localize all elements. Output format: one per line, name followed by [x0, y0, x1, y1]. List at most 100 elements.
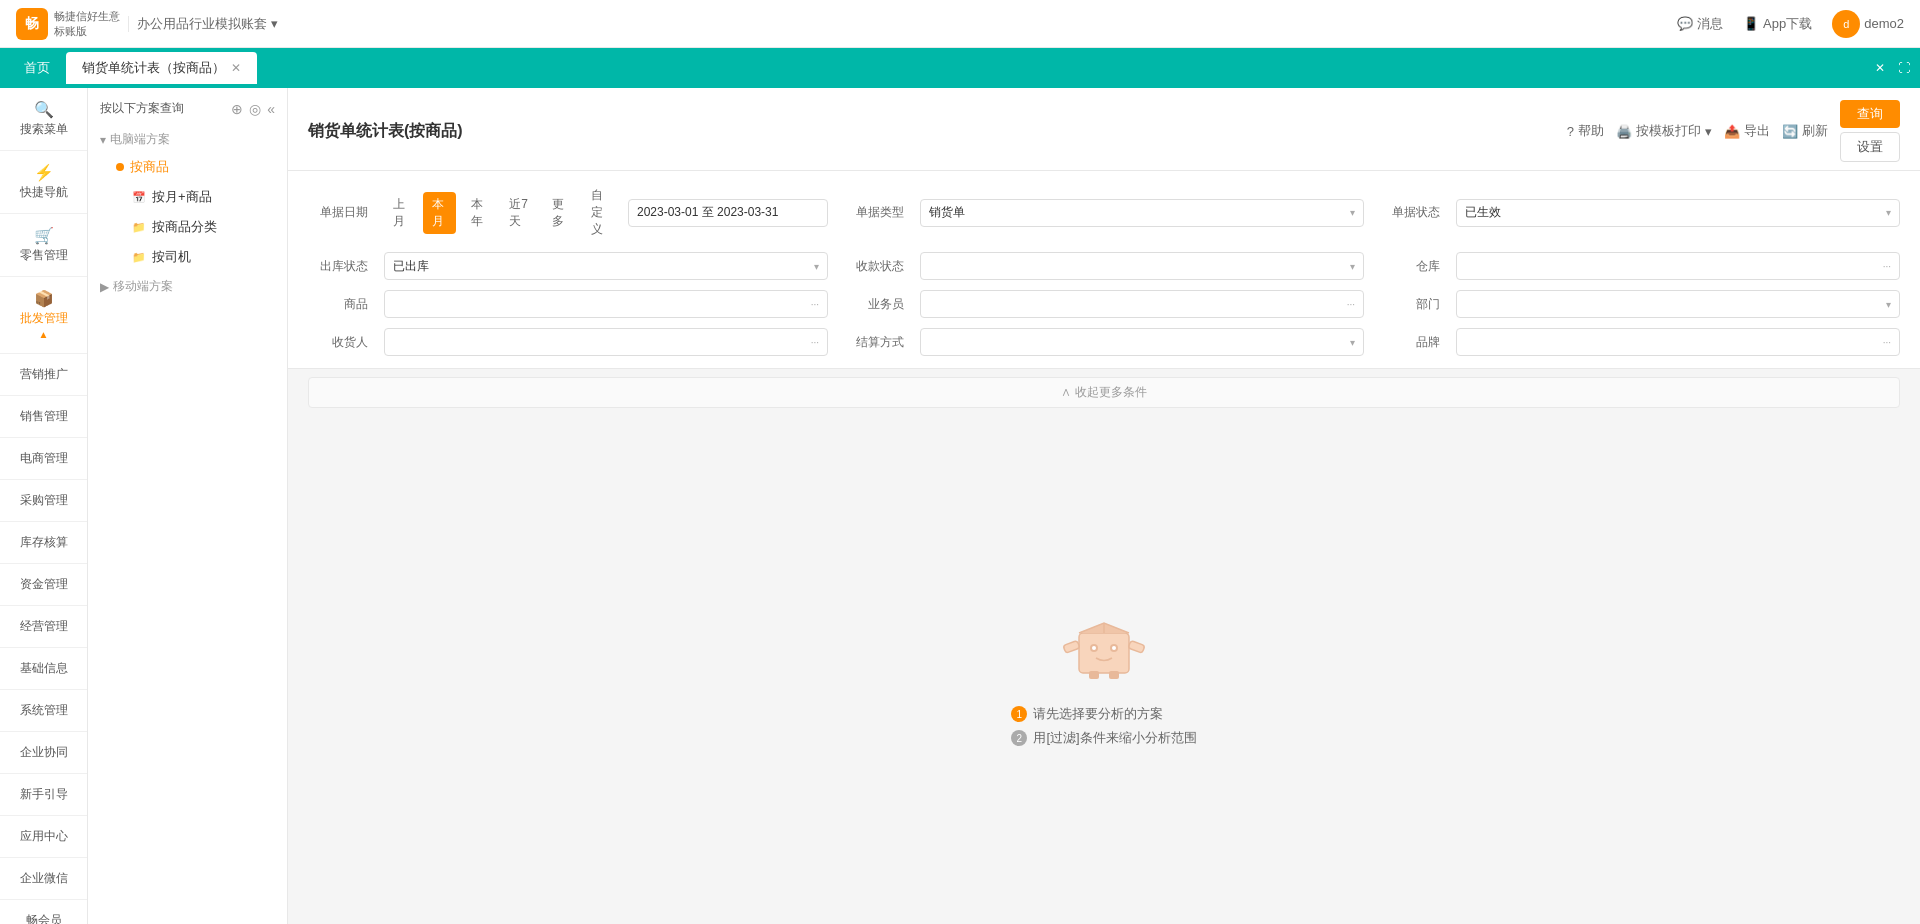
- sidebar-item-finance[interactable]: 资金管理: [0, 564, 87, 606]
- svg-rect-5: [1063, 641, 1080, 654]
- refresh-btn[interactable]: 🔄 刷新: [1782, 122, 1828, 140]
- sidebar-item-app-center[interactable]: 应用中心: [0, 816, 87, 858]
- svg-point-3: [1092, 646, 1096, 650]
- settlement-input[interactable]: ▾: [920, 328, 1364, 356]
- tab-close-icon[interactable]: ✕: [231, 61, 241, 75]
- quick-date-7days[interactable]: 近7天: [500, 192, 537, 234]
- out-status-input[interactable]: 已出库 ▾: [384, 252, 828, 280]
- page-actions: ? 帮助 🖨️ 按模板打印 ▾ 📤 导出 �: [1567, 100, 1900, 162]
- doc-status-input[interactable]: 已生效 ▾: [1456, 199, 1900, 227]
- tab-bar: 首页 销货单统计表（按商品） ✕ ✕ ⛶: [0, 48, 1920, 88]
- sidebar-item-search-menu[interactable]: 🔍 搜索菜单: [0, 88, 87, 151]
- salesperson-control: ···: [920, 290, 1364, 318]
- print-btn[interactable]: 🖨️ 按模板打印 ▾: [1616, 122, 1712, 140]
- user-info[interactable]: d demo2: [1832, 10, 1904, 38]
- brand-label: 品牌: [1380, 334, 1440, 351]
- avatar: d: [1832, 10, 1860, 38]
- receiver-input[interactable]: ···: [384, 328, 828, 356]
- doc-type-input[interactable]: 销货单 ▾: [920, 199, 1364, 227]
- maximize-icon[interactable]: ⛶: [1896, 60, 1912, 76]
- settlement-label: 结算方式: [844, 334, 904, 351]
- empty-illustration: [1054, 593, 1154, 693]
- settings-scheme-icon[interactable]: ◎: [249, 101, 261, 117]
- quick-date-last-month[interactable]: 上月: [384, 192, 417, 234]
- product-input[interactable]: ···: [384, 290, 828, 318]
- collapse-bar[interactable]: ∧ 收起更多条件: [308, 377, 1900, 408]
- logo-icon: 畅: [16, 8, 48, 40]
- print-icon: 🖨️: [1616, 124, 1632, 139]
- tree-item-by-sku[interactable]: 📁 按司机: [88, 242, 287, 272]
- salesperson-input[interactable]: ···: [920, 290, 1364, 318]
- app-download-btn[interactable]: 📱 App下载: [1743, 15, 1812, 33]
- content-area: 按以下方案查询 ⊕ ◎ « ▾ 电脑端方案 按商品 📅: [88, 88, 1920, 924]
- sidebar-item-marketing[interactable]: 营销推广: [0, 354, 87, 396]
- out-status-control: 已出库 ▾: [384, 252, 828, 280]
- quick-date-custom[interactable]: 自定义: [582, 183, 622, 242]
- tree-item-by-category[interactable]: 📁 按商品分类: [88, 212, 287, 242]
- sidebar-item-retail[interactable]: 🛒 零售管理: [0, 214, 87, 277]
- collapse-panel-icon[interactable]: «: [267, 101, 275, 117]
- dept-input[interactable]: ▾: [1456, 290, 1900, 318]
- sidebar-item-wholesale[interactable]: 📦 批发管理 ▲: [0, 277, 87, 354]
- date-range-input[interactable]: 2023-03-01 至 2023-03-31: [628, 199, 828, 227]
- page-title-area: 销货单统计表(按商品) ? 帮助 🖨️ 按模板打印 ▾ 📤: [288, 88, 1920, 171]
- message-icon: 💬: [1677, 16, 1693, 31]
- quick-date-more[interactable]: 更多: [543, 192, 576, 234]
- ellipsis-icon: ···: [811, 299, 819, 310]
- step-2-num: 2: [1011, 730, 1027, 746]
- pay-status-label: 收款状态: [844, 258, 904, 275]
- sidebar-item-inventory[interactable]: 库存核算: [0, 522, 87, 564]
- quick-date-this-month[interactable]: 本月: [423, 192, 456, 234]
- chevron-down-icon: ▾: [1350, 337, 1355, 348]
- tree-mobile-group[interactable]: ▶ 移动端方案: [88, 272, 287, 299]
- app-selector[interactable]: 办公用品行业模拟账套 ▾: [137, 15, 278, 33]
- sidebar-item-quick-nav[interactable]: ⚡ 快捷导航: [0, 151, 87, 214]
- active-dot: [116, 163, 124, 171]
- download-icon: 📱: [1743, 16, 1759, 31]
- logo-text: 畅捷信好生意 标账版: [54, 9, 120, 38]
- header-left: 畅 畅捷信好生意 标账版 办公用品行业模拟账套 ▾: [16, 8, 278, 40]
- query-btn[interactable]: 查询: [1840, 100, 1900, 128]
- sidebar-item-system[interactable]: 系统管理: [0, 690, 87, 732]
- doc-status-label: 单据状态: [1380, 204, 1440, 221]
- settings-btn[interactable]: 设置: [1840, 132, 1900, 162]
- sidebar-item-sales[interactable]: 销售管理: [0, 396, 87, 438]
- svg-point-4: [1112, 646, 1116, 650]
- quick-date-this-year[interactable]: 本年: [462, 192, 495, 234]
- ellipsis-icon: ···: [1883, 337, 1891, 348]
- close-window-icon[interactable]: ✕: [1872, 60, 1888, 76]
- sidebar-item-guide[interactable]: 新手引导: [0, 774, 87, 816]
- add-scheme-icon[interactable]: ⊕: [231, 101, 243, 117]
- tree-item-by-month-product[interactable]: 📅 按月+商品: [88, 182, 287, 212]
- expand-icon: ▲: [39, 329, 49, 340]
- sidebar-item-basics[interactable]: 基础信息: [0, 648, 87, 690]
- tab-sales-stat[interactable]: 销货单统计表（按商品） ✕: [66, 52, 257, 84]
- doc-type-control: 销货单 ▾: [920, 199, 1364, 227]
- sidebar-item-member[interactable]: 畅会员: [0, 900, 87, 924]
- brand-control: ···: [1456, 328, 1900, 356]
- lightning-icon: ⚡: [0, 163, 87, 182]
- brand-input[interactable]: ···: [1456, 328, 1900, 356]
- sidebar-item-cooperation[interactable]: 企业协同: [0, 732, 87, 774]
- sidebar-item-purchase[interactable]: 采购管理: [0, 480, 87, 522]
- tree-pc-group[interactable]: ▾ 电脑端方案: [88, 125, 287, 152]
- ellipsis-icon: ···: [1347, 299, 1355, 310]
- pay-status-input[interactable]: ▾: [920, 252, 1364, 280]
- settlement-control: ▾: [920, 328, 1364, 356]
- sidebar-item-operations[interactable]: 经营管理: [0, 606, 87, 648]
- sidebar-item-ecommerce[interactable]: 电商管理: [0, 438, 87, 480]
- export-btn[interactable]: 📤 导出: [1724, 122, 1770, 140]
- step-1-num: 1: [1011, 706, 1027, 722]
- warehouse-input[interactable]: ···: [1456, 252, 1900, 280]
- empty-step-2: 2 用[过滤]条件来缩小分析范围: [1011, 729, 1196, 747]
- svg-rect-8: [1109, 671, 1119, 679]
- cart-icon: 🛒: [0, 226, 87, 245]
- tab-home[interactable]: 首页: [8, 52, 66, 84]
- sidebar-item-enterprise-wx[interactable]: 企业微信: [0, 858, 87, 900]
- message-btn[interactable]: 💬 消息: [1677, 15, 1723, 33]
- filter-row-2: 出库状态 已出库 ▾ 收款状态 ▾: [308, 252, 1900, 280]
- help-btn[interactable]: ? 帮助: [1567, 122, 1604, 140]
- warehouse-label: 仓库: [1380, 258, 1440, 275]
- tree-expand-icon: ▾: [100, 133, 106, 147]
- tree-item-by-product[interactable]: 按商品: [88, 152, 287, 182]
